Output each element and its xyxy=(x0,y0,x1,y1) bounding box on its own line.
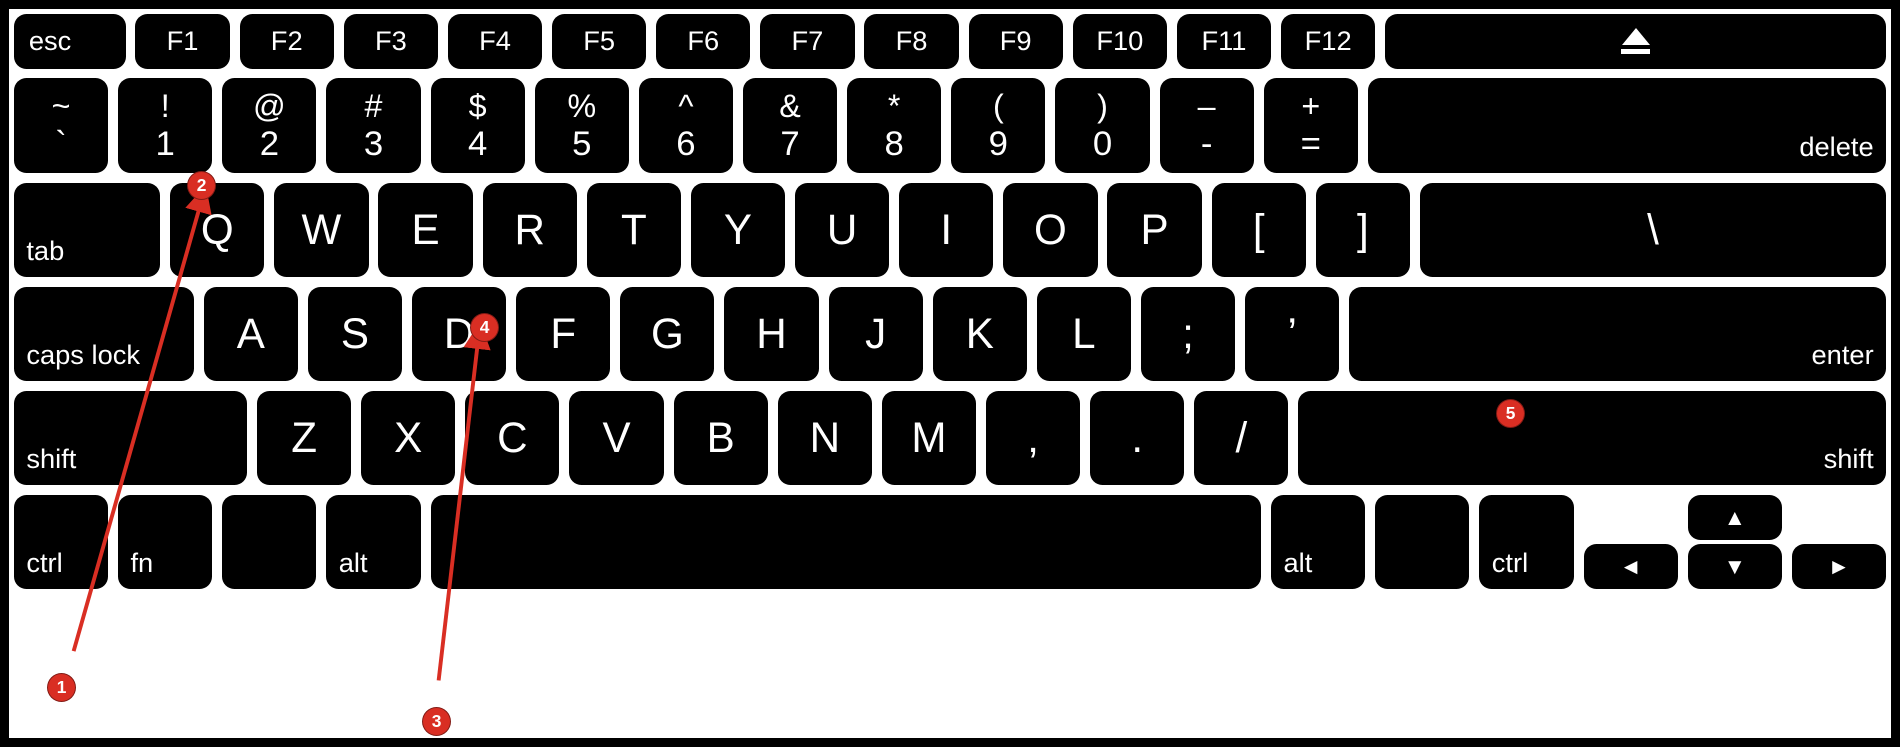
key-v[interactable]: V xyxy=(569,391,663,485)
key-c[interactable]: C xyxy=(465,391,559,485)
arrow-up-icon: ▲ xyxy=(1724,505,1746,531)
arrow-updown-col: ▲ ▼ xyxy=(1688,495,1782,589)
key-fn[interactable]: fn xyxy=(118,495,212,589)
key-j[interactable]: J xyxy=(829,287,923,381)
key-space[interactable] xyxy=(431,495,1262,589)
arrow-left-col: ◄ xyxy=(1584,495,1678,589)
key-o[interactable]: O xyxy=(1003,183,1097,277)
key-q[interactable]: Q xyxy=(170,183,264,277)
key-arrow-right[interactable]: ► xyxy=(1792,544,1886,589)
key-bracket-left[interactable]: [ xyxy=(1212,183,1306,277)
arrow-left-icon: ◄ xyxy=(1620,554,1642,580)
row-zxcv: shift Z X C V B N M ‚ . / shift xyxy=(14,391,1886,485)
key-f6[interactable]: F6 xyxy=(656,14,750,69)
row-qwerty: tab Q W E R T Y U I O P [ ] \ xyxy=(14,183,1886,277)
key-f10[interactable]: F10 xyxy=(1073,14,1167,69)
key-8[interactable]: *8 xyxy=(847,78,941,172)
key-delete[interactable]: delete xyxy=(1368,78,1886,172)
key-equals[interactable]: += xyxy=(1264,78,1358,172)
key-a[interactable]: A xyxy=(204,287,298,381)
key-h[interactable]: H xyxy=(724,287,818,381)
key-shift-right[interactable]: shift xyxy=(1298,391,1886,485)
key-3[interactable]: #3 xyxy=(326,78,420,172)
key-f1[interactable]: F1 xyxy=(135,14,229,69)
keyboard-diagram: esc F1 F2 F3 F4 F5 F6 F7 F8 F9 F10 F11 F… xyxy=(0,0,1900,747)
key-g[interactable]: G xyxy=(620,287,714,381)
annotation-badge-3: 3 xyxy=(422,707,451,736)
key-p[interactable]: P xyxy=(1107,183,1201,277)
key-caps-lock[interactable]: caps lock xyxy=(14,287,194,381)
key-f8[interactable]: F8 xyxy=(864,14,958,69)
key-arrow-down[interactable]: ▼ xyxy=(1688,544,1782,589)
key-f3[interactable]: F3 xyxy=(344,14,438,69)
key-enter[interactable]: enter xyxy=(1349,287,1886,381)
key-semicolon[interactable]: ; xyxy=(1141,287,1235,381)
key-period[interactable]: . xyxy=(1090,391,1184,485)
key-shift-left[interactable]: shift xyxy=(14,391,247,485)
key-k[interactable]: K xyxy=(933,287,1027,381)
key-b[interactable]: B xyxy=(674,391,768,485)
key-os-left[interactable] xyxy=(222,495,316,589)
key-backtick[interactable]: ~` xyxy=(14,78,108,172)
key-u[interactable]: U xyxy=(795,183,889,277)
eject-icon xyxy=(1621,28,1651,54)
key-t[interactable]: T xyxy=(587,183,681,277)
key-m[interactable]: M xyxy=(882,391,976,485)
row-function: esc F1 F2 F3 F4 F5 F6 F7 F8 F9 F10 F11 F… xyxy=(14,14,1886,69)
key-slash[interactable]: / xyxy=(1194,391,1288,485)
key-bracket-right[interactable]: ] xyxy=(1316,183,1410,277)
key-2[interactable]: @2 xyxy=(222,78,316,172)
key-n[interactable]: N xyxy=(778,391,872,485)
key-0[interactable]: )0 xyxy=(1055,78,1149,172)
key-f9[interactable]: F9 xyxy=(969,14,1063,69)
key-z[interactable]: Z xyxy=(257,391,351,485)
key-9[interactable]: (9 xyxy=(951,78,1045,172)
key-esc[interactable]: esc xyxy=(14,14,126,69)
key-alt-right[interactable]: alt xyxy=(1271,495,1365,589)
key-f12[interactable]: F12 xyxy=(1281,14,1375,69)
key-l[interactable]: L xyxy=(1037,287,1131,381)
key-r[interactable]: R xyxy=(483,183,577,277)
key-e[interactable]: E xyxy=(378,183,472,277)
key-6[interactable]: ^6 xyxy=(639,78,733,172)
key-f[interactable]: F xyxy=(516,287,610,381)
key-i[interactable]: I xyxy=(899,183,993,277)
annotation-badge-1: 1 xyxy=(47,673,76,702)
key-f4[interactable]: F4 xyxy=(448,14,542,69)
key-ctrl-left[interactable]: ctrl xyxy=(14,495,108,589)
key-tab[interactable]: tab xyxy=(14,183,160,277)
row-bottom: ctrl fn alt alt ctrl ◄ ▲ ▼ ► xyxy=(14,495,1886,589)
key-y[interactable]: Y xyxy=(691,183,785,277)
key-minus[interactable]: –- xyxy=(1160,78,1254,172)
key-d[interactable]: D xyxy=(412,287,506,381)
arrow-right-col: ► xyxy=(1792,495,1886,589)
key-1[interactable]: !1 xyxy=(118,78,212,172)
key-s[interactable]: S xyxy=(308,287,402,381)
key-4[interactable]: $4 xyxy=(431,78,525,172)
key-os-right[interactable] xyxy=(1375,495,1469,589)
key-f11[interactable]: F11 xyxy=(1177,14,1271,69)
row-asdf: caps lock A S D F G H J K L ; ’ enter xyxy=(14,287,1886,381)
key-arrow-left[interactable]: ◄ xyxy=(1584,544,1678,589)
key-comma[interactable]: ‚ xyxy=(986,391,1080,485)
key-quote[interactable]: ’ xyxy=(1245,287,1339,381)
key-w[interactable]: W xyxy=(274,183,368,277)
key-ctrl-right[interactable]: ctrl xyxy=(1479,495,1573,589)
key-7[interactable]: &7 xyxy=(743,78,837,172)
arrow-down-icon: ▼ xyxy=(1724,554,1746,580)
key-backslash[interactable]: \ xyxy=(1420,183,1886,277)
key-f5[interactable]: F5 xyxy=(552,14,646,69)
arrow-right-icon: ► xyxy=(1828,554,1850,580)
key-arrow-up[interactable]: ▲ xyxy=(1688,495,1782,540)
key-f7[interactable]: F7 xyxy=(760,14,854,69)
key-f2[interactable]: F2 xyxy=(240,14,334,69)
key-5[interactable]: %5 xyxy=(535,78,629,172)
key-x[interactable]: X xyxy=(361,391,455,485)
key-eject[interactable] xyxy=(1385,14,1886,69)
row-numbers: ~` !1 @2 #3 $4 %5 ^6 &7 *8 (9 )0 –- += d… xyxy=(14,78,1886,172)
key-alt-left[interactable]: alt xyxy=(326,495,420,589)
